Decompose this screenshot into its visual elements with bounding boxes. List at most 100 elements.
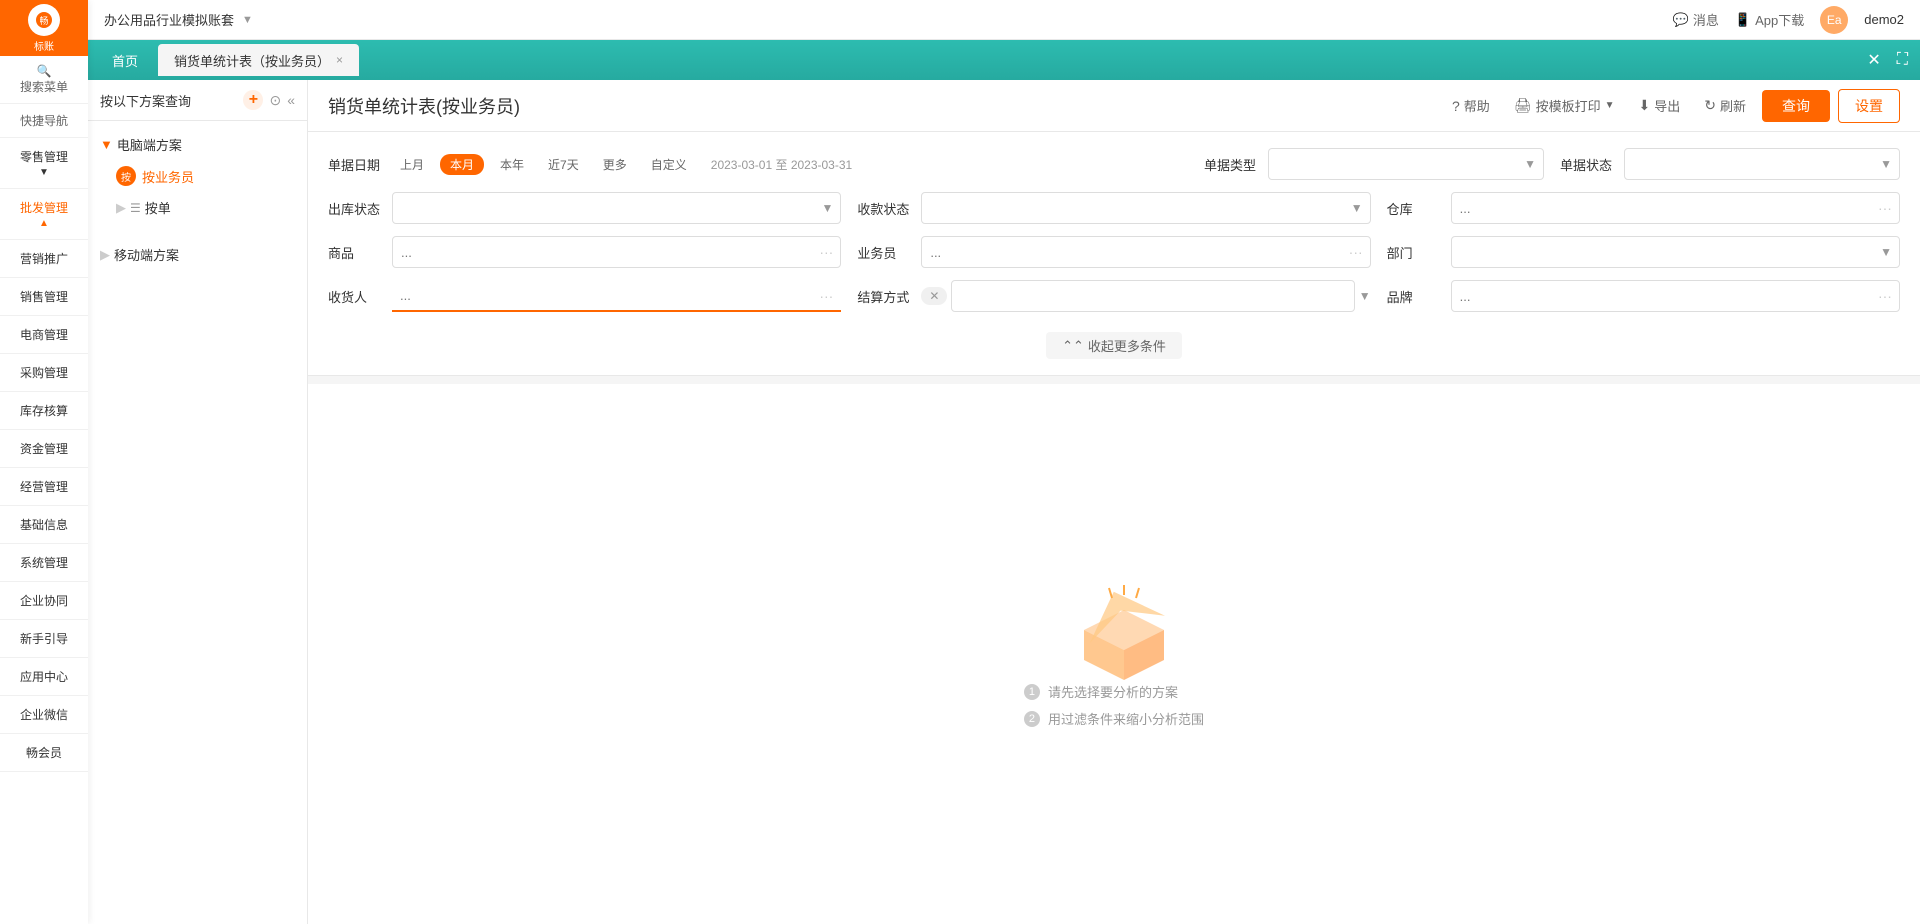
stock-out-select[interactable] <box>392 192 841 224</box>
empty-state: 1 请先选择要分析的方案 2 用过滤条件来缩小分析范围 <box>308 384 1920 924</box>
sidebar-item-purchase[interactable]: 采购管理 <box>0 354 88 392</box>
guide-label: 新手引导 <box>20 630 68 647</box>
finance-label: 资金管理 <box>20 440 68 457</box>
empty-state-inner: 1 请先选择要分析的方案 2 用过滤条件来缩小分析范围 <box>1024 580 1204 728</box>
refresh-button[interactable]: ↻ 刷新 <box>1696 92 1754 119</box>
username[interactable]: demo2 <box>1864 12 1904 27</box>
dept-select[interactable] <box>1451 236 1900 268</box>
sidebar-search[interactable]: 🔍 搜索菜单 <box>0 56 88 104</box>
purchase-label: 采购管理 <box>20 364 68 381</box>
settlement-control: ✕ ▼ <box>921 280 1370 312</box>
basic-label: 基础信息 <box>20 516 68 533</box>
scheme-item-by-staff[interactable]: 按 按业务员 <box>88 160 307 192</box>
app-download-button[interactable]: 📱 App下载 <box>1735 10 1804 29</box>
sidebar-item-apps[interactable]: 应用中心 <box>0 658 88 696</box>
empty-tips: 1 请先选择要分析的方案 2 用过滤条件来缩小分析范围 <box>1024 682 1204 728</box>
date-range: 2023-03-01 至 2023-03-31 <box>711 156 852 173</box>
filter-row-4: 收货人 ··· 结算方式 ✕ <box>328 280 1900 312</box>
marketing-label: 营销推广 <box>20 250 68 267</box>
sidebar-item-wechat[interactable]: 企业微信 <box>0 696 88 734</box>
sidebar-item-ecommerce[interactable]: 电商管理 <box>0 316 88 354</box>
sub-arrow: ▶ <box>116 200 126 216</box>
settings-button[interactable]: 设置 <box>1838 89 1900 123</box>
date-btn-custom[interactable]: 自定义 <box>643 154 695 175</box>
tip-number-2: 2 <box>1024 711 1040 727</box>
sales-label: 销售管理 <box>20 288 68 305</box>
enterprise-label: 企业协同 <box>20 592 68 609</box>
sidebar-quick-nav[interactable]: 快捷导航 <box>0 104 88 138</box>
consignee-field: 收货人 ··· <box>328 280 841 312</box>
filter-row-2: 出库状态 ▼ 收款状态 <box>328 192 1900 224</box>
ecommerce-label: 电商管理 <box>20 326 68 343</box>
query-button[interactable]: 查询 <box>1762 90 1830 122</box>
tab-minimize-icon[interactable]: ✕ <box>1863 46 1884 74</box>
tag-close-button[interactable]: ✕ <box>929 289 939 303</box>
collapse-panel-icon[interactable]: « <box>287 92 295 108</box>
desktop-scheme-title[interactable]: ▼ 电脑端方案 <box>88 129 307 160</box>
brand-control: ··· <box>1451 280 1900 312</box>
doc-type-field: 单据类型 ▼ <box>1204 148 1544 180</box>
sidebar-item-enterprise[interactable]: 企业协同 <box>0 582 88 620</box>
settlement-label: 结算方式 <box>857 287 913 306</box>
desktop-arrow: ▼ <box>100 137 113 152</box>
filter-row-1: 单据日期 上月 本月 本年 近7天 更多 自定义 2023-03-01 至 20… <box>328 148 1900 180</box>
doc-type-select[interactable] <box>1268 148 1544 180</box>
date-btn-this-year[interactable]: 本年 <box>492 154 532 175</box>
date-btn-this-month[interactable]: 本月 <box>440 154 484 175</box>
sidebar-item-stock[interactable]: 库存核算 <box>0 392 88 430</box>
tab-maximize-icon[interactable]: ⛶ <box>1893 47 1912 73</box>
operation-label: 经营管理 <box>20 478 68 495</box>
template-print-label: 按模板打印 <box>1536 96 1601 115</box>
sidebar-item-guide[interactable]: 新手引导 <box>0 620 88 658</box>
industry-dropdown-icon[interactable]: ▼ <box>242 14 253 26</box>
add-scheme-icon[interactable]: + <box>243 90 263 110</box>
mobile-scheme-title[interactable]: ▶ 移动端方案 <box>88 239 307 270</box>
svg-text:畅: 畅 <box>39 15 48 26</box>
tab-close-button[interactable]: × <box>336 54 343 66</box>
sidebar-item-wholesale[interactable]: 批发管理 ▲ <box>0 189 88 240</box>
collection-select[interactable] <box>921 192 1370 224</box>
retail-label: 零售管理 <box>20 148 68 165</box>
sidebar-item-system[interactable]: 系统管理 <box>0 544 88 582</box>
message-button[interactable]: 💬 消息 <box>1673 10 1719 29</box>
collection-control: ▼ <box>921 192 1370 224</box>
edit-scheme-icon[interactable]: ⊙ <box>269 92 281 109</box>
sidebar-item-retail[interactable]: 零售管理 ▼ <box>0 138 88 189</box>
template-print-button[interactable]: 🖨 按模板打印 ▼ <box>1506 92 1623 119</box>
sidebar-item-basic[interactable]: 基础信息 <box>0 506 88 544</box>
tab-active[interactable]: 销货单统计表（按业务员） × <box>158 44 359 76</box>
consignee-input[interactable] <box>392 280 841 312</box>
sub-group-by-order[interactable]: ▶ ☰ 按单 <box>88 192 307 223</box>
date-btn-more[interactable]: 更多 <box>595 154 635 175</box>
search-icon: 🔍 <box>0 64 88 78</box>
sub-group-label: 按单 <box>145 198 171 217</box>
sidebar-item-member[interactable]: 畅会员 <box>0 734 88 772</box>
page-title: 销货单统计表(按业务员) <box>328 93 520 119</box>
settlement-dropdown-icon: ▼ <box>1359 289 1371 303</box>
goods-input[interactable] <box>392 236 841 268</box>
date-label: 单据日期 <box>328 155 384 174</box>
settlement-select[interactable] <box>951 280 1354 312</box>
left-panel: 按以下方案查询 + ⊙ « ▼ 电脑端方案 按 按业务员 ▶ ☰ <box>88 80 308 924</box>
industry-selector[interactable]: 办公用品行业模拟账套 <box>104 10 234 29</box>
help-button[interactable]: ? 帮助 <box>1444 92 1498 119</box>
sidebar-item-operation[interactable]: 经营管理 <box>0 468 88 506</box>
sidebar-item-marketing[interactable]: 营销推广 <box>0 240 88 278</box>
doc-status-select[interactable] <box>1624 148 1900 180</box>
doc-status-field: 单据状态 ▼ <box>1560 148 1900 180</box>
date-btn-last-month[interactable]: 上月 <box>392 154 432 175</box>
message-icon: 💬 <box>1673 12 1689 28</box>
sidebar-item-finance[interactable]: 资金管理 <box>0 430 88 468</box>
date-btn-7days[interactable]: 近7天 <box>540 154 587 175</box>
warehouse-input[interactable] <box>1451 192 1900 224</box>
export-button[interactable]: ⬇ 导出 <box>1631 92 1689 119</box>
stock-out-field: 出库状态 ▼ <box>328 192 841 224</box>
brand-input[interactable] <box>1451 280 1900 312</box>
dept-control: ▼ <box>1451 236 1900 268</box>
tab-home[interactable]: 首页 <box>96 44 154 76</box>
sidebar-item-sales[interactable]: 销售管理 <box>0 278 88 316</box>
filter-area: 单据日期 上月 本月 本年 近7天 更多 自定义 2023-03-01 至 20… <box>308 132 1920 376</box>
staff-input[interactable] <box>921 236 1370 268</box>
collapse-button[interactable]: ⌃⌃ 收起更多条件 <box>1046 332 1182 359</box>
staff-field: 业务员 ··· <box>857 236 1370 268</box>
